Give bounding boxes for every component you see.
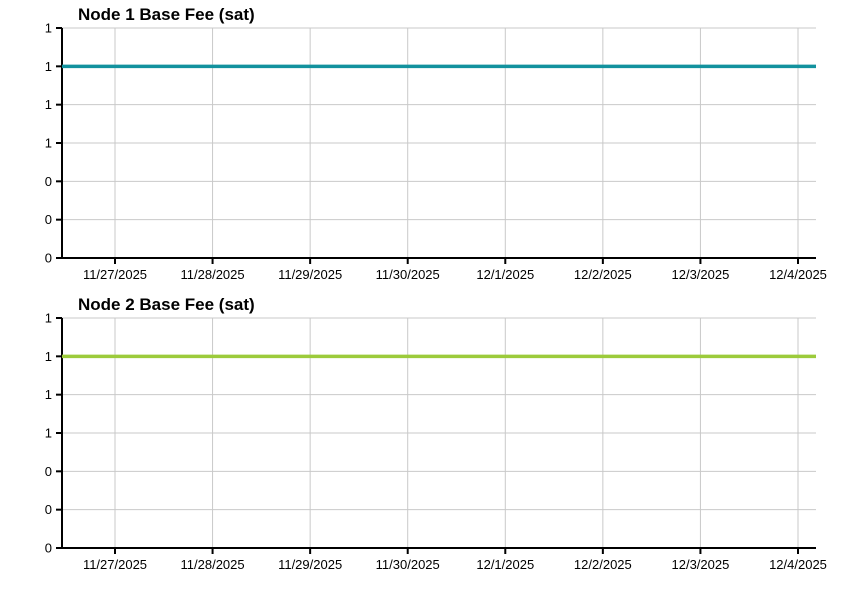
x-tick-label: 12/3/2025 <box>672 267 730 282</box>
x-tick-label: 12/2/2025 <box>574 557 632 572</box>
x-tick-label: 12/1/2025 <box>476 267 534 282</box>
x-tick-label: 11/27/2025 <box>83 267 147 282</box>
charts-page: Node 1 Base Fee (sat) 0 0 0 1 1 1 1 11/27/2025 1… <box>0 0 860 600</box>
chart-title-node1: Node 1 Base Fee (sat) <box>78 5 255 24</box>
y-tick-label: 1 <box>45 311 52 326</box>
y-tick-label: 0 <box>45 464 52 479</box>
y-tick-label: 1 <box>45 59 52 74</box>
x-tick-label: 12/1/2025 <box>476 557 534 572</box>
x-tick-label: 12/3/2025 <box>672 557 730 572</box>
x-tick-label: 11/29/2025 <box>278 557 342 572</box>
y-tick-label: 1 <box>45 97 52 112</box>
y-tick-label: 0 <box>45 174 52 189</box>
x-tick-label: 12/2/2025 <box>574 267 632 282</box>
x-tick-label: 11/28/2025 <box>181 557 245 572</box>
y-tick-label: 0 <box>45 502 52 517</box>
chart-block-node2: Node 2 Base Fee (sat) 0 0 0 1 1 1 1 11/27/2025 1… <box>0 290 860 580</box>
x-tick-label: 11/30/2025 <box>376 267 440 282</box>
x-tick-label: 12/4/2025 <box>769 267 827 282</box>
chart-title-node2: Node 2 Base Fee (sat) <box>78 295 255 314</box>
y-tick-label: 1 <box>45 21 52 36</box>
x-tick-label: 11/29/2025 <box>278 267 342 282</box>
y-tick-label: 1 <box>45 426 52 441</box>
x-tick-label: 12/4/2025 <box>769 557 827 572</box>
chart-plot-node1: Node 1 Base Fee (sat) 0 0 0 1 1 1 1 11/27/2025 1… <box>45 5 827 282</box>
x-tick-label: 11/30/2025 <box>376 557 440 572</box>
y-tick-label: 1 <box>45 387 52 402</box>
y-tick-label: 0 <box>45 541 52 556</box>
y-tick-label: 1 <box>45 349 52 364</box>
y-tick-label: 0 <box>45 212 52 227</box>
x-tick-label: 11/28/2025 <box>181 267 245 282</box>
y-tick-label: 1 <box>45 136 52 151</box>
y-tick-label: 0 <box>45 251 52 266</box>
x-tick-label: 11/27/2025 <box>83 557 147 572</box>
chart-plot-node2: Node 2 Base Fee (sat) 0 0 0 1 1 1 1 11/27/2025 1… <box>45 295 827 572</box>
chart-block-node1: Node 1 Base Fee (sat) 0 0 0 1 1 1 1 11/27/2025 1… <box>0 0 860 290</box>
